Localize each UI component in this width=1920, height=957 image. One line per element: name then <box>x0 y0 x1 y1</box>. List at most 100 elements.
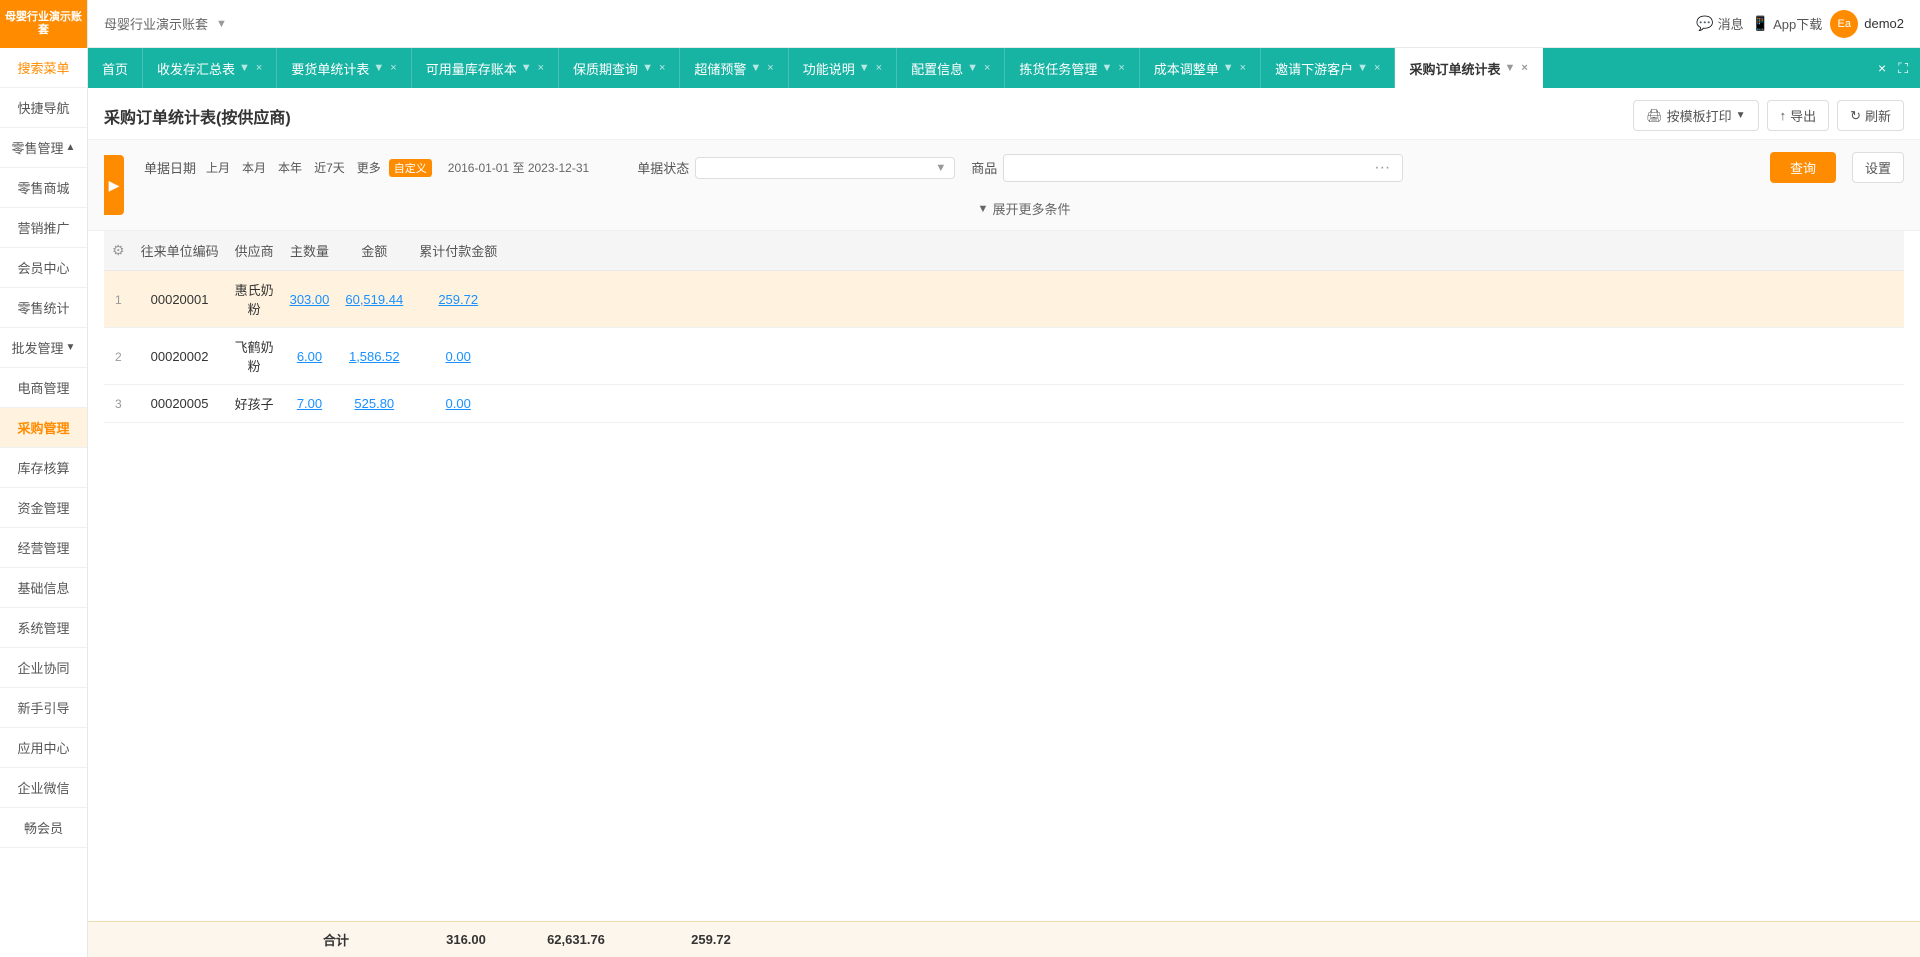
tab-over-stock[interactable]: 超储预警 ▼ × <box>680 48 788 88</box>
refresh-icon: ↻ <box>1850 108 1861 124</box>
tab-available-stock[interactable]: 可用量库存账本 ▼ × <box>412 48 559 88</box>
tab-shelf-life[interactable]: 保质期查询 ▼ × <box>559 48 680 88</box>
table-row[interactable]: 3 00020005 好孩子 7.00 525.80 0.00 <box>104 385 1904 423</box>
sidebar-item-label: 零售管理 ▲ <box>12 138 76 157</box>
cell-amount[interactable]: 1,586.52 <box>337 328 411 385</box>
th-code: 往来单位编码 <box>133 231 227 271</box>
sidebar-item-appstore[interactable]: 应用中心 <box>0 728 87 768</box>
user-profile-button[interactable]: Ea demo2 <box>1830 10 1904 38</box>
sidebar-item-label: 经营管理 <box>17 538 69 557</box>
chevron-down-icon[interactable]: ▼ <box>216 18 227 30</box>
export-button[interactable]: ↑ 导出 <box>1767 100 1830 131</box>
sidebar-item-retail-shop[interactable]: 零售商城 <box>0 168 87 208</box>
cell-supplier: 好孩子 <box>227 385 282 423</box>
refresh-button[interactable]: ↻ 刷新 <box>1837 100 1904 131</box>
tab-purchase-stats[interactable]: 采购订单统计表 ▼ × <box>1395 48 1542 88</box>
tab-invite-customer[interactable]: 邀请下游客户 ▼ × <box>1261 48 1395 88</box>
query-button[interactable]: 查询 <box>1770 152 1836 183</box>
sidebar-item-basic[interactable]: 基础信息 <box>0 568 87 608</box>
sidebar-item-inventory[interactable]: 库存核算 <box>0 448 87 488</box>
date-range-display[interactable]: 2016-01-01 至 2023-12-31 <box>448 159 589 176</box>
sidebar-item-label: 系统管理 <box>17 618 69 637</box>
sidebar-item-wholesale[interactable]: 批发管理 ▼ <box>0 328 87 368</box>
tab-close-icon[interactable]: × <box>538 62 544 74</box>
sidebar-item-retail-stats[interactable]: 零售统计 <box>0 288 87 328</box>
sidebar-item-retail[interactable]: 零售管理 ▲ <box>0 128 87 168</box>
tab-close-icon[interactable]: × <box>256 62 262 74</box>
tab-arrow-icon: ▼ <box>1101 62 1112 74</box>
template-print-button[interactable]: 🖨 按模板打印 ▼ <box>1633 100 1758 131</box>
shortcut-more[interactable]: 更多 <box>353 157 385 178</box>
status-select[interactable]: ▼ <box>695 157 955 179</box>
goods-filter-label: 商品 <box>971 158 997 177</box>
message-button[interactable]: 💬 消息 <box>1696 14 1743 33</box>
filter-toggle-button[interactable]: ▶ <box>104 155 124 215</box>
export-icon: ↑ <box>1780 108 1787 123</box>
sidebar-logo: 母婴行业演示账套 <box>0 0 87 48</box>
sidebar-item-operation[interactable]: 经营管理 <box>0 528 87 568</box>
sidebar-item-quick-nav[interactable]: 快捷导航 <box>0 88 87 128</box>
sidebar-item-marketing[interactable]: 营销推广 <box>0 208 87 248</box>
sidebar-item-system[interactable]: 系统管理 <box>0 608 87 648</box>
shortcut-this-month[interactable]: 本月 <box>238 157 270 178</box>
sidebar-item-vip[interactable]: 畅会员 <box>0 808 87 848</box>
sidebar-item-finance[interactable]: 资金管理 <box>0 488 87 528</box>
tab-arrow-icon: ▼ <box>859 62 870 74</box>
expand-more-button[interactable]: ▼ 展开更多条件 <box>144 199 1904 218</box>
tab-close-icon[interactable]: × <box>659 62 665 74</box>
filter-row-1: 单据日期 上月 本月 本年 近7天 更多 自定义 <box>144 152 1904 183</box>
tab-close-icon[interactable]: × <box>767 62 773 74</box>
cell-checkbox: 2 <box>104 328 133 385</box>
cell-paid[interactable]: 259.72 <box>411 271 505 328</box>
date-shortcuts: 上月 本月 本年 近7天 更多 自定义 <box>202 157 432 178</box>
tab-arrow-icon: ▼ <box>967 62 978 74</box>
sidebar-item-purchase[interactable]: 采购管理 <box>0 408 87 448</box>
cell-amount[interactable]: 525.80 <box>337 385 411 423</box>
tab-collect-send[interactable]: 收发存汇总表 ▼ × <box>143 48 277 88</box>
table-row[interactable]: 2 00020002 飞鹤奶粉 6.00 1,586.52 0.00 <box>104 328 1904 385</box>
table-row[interactable]: 1 00020001 惠氏奶粉 303.00 60,519.44 259.72 <box>104 271 1904 328</box>
sidebar-item-newguide[interactable]: 新手引导 <box>0 688 87 728</box>
tab-close-icon[interactable]: × <box>1240 62 1246 74</box>
sidebar-item-enterprise[interactable]: 企业协同 <box>0 648 87 688</box>
shortcut-7days[interactable]: 近7天 <box>310 157 349 178</box>
settings-button[interactable]: 设置 <box>1852 152 1904 183</box>
tab-close-icon[interactable]: × <box>1374 62 1380 74</box>
cell-quantity[interactable]: 7.00 <box>282 385 338 423</box>
close-all-tabs-button[interactable]: × <box>1874 58 1890 78</box>
cell-paid[interactable]: 0.00 <box>411 385 505 423</box>
footer-paid-value: 259.72 <box>691 932 731 947</box>
sidebar-item-member[interactable]: 会员中心 <box>0 248 87 288</box>
gear-icon[interactable]: ⚙ <box>112 242 125 258</box>
sidebar-item-ecommerce[interactable]: 电商管理 <box>0 368 87 408</box>
tab-function-desc[interactable]: 功能说明 ▼ × <box>789 48 897 88</box>
tab-pick-task[interactable]: 拣货任务管理 ▼ × <box>1005 48 1139 88</box>
tab-close-icon[interactable]: × <box>1521 62 1527 74</box>
cell-paid[interactable]: 0.00 <box>411 328 505 385</box>
footer-summary-row: 合计 316.00 62,631.76 259.72 <box>104 930 1904 949</box>
sidebar-item-wechat[interactable]: 企业微信 <box>0 768 87 808</box>
tab-config-info[interactable]: 配置信息 ▼ × <box>897 48 1005 88</box>
cell-quantity[interactable]: 6.00 <box>282 328 338 385</box>
sidebar-item-search[interactable]: 搜索菜单 <box>0 48 87 88</box>
tab-close-icon[interactable]: × <box>984 62 990 74</box>
goods-more-icon[interactable]: ··· <box>1370 159 1394 177</box>
chevron-up-icon: ▲ <box>66 142 76 153</box>
shortcut-last-month[interactable]: 上月 <box>202 157 234 178</box>
goods-select[interactable]: ··· <box>1003 154 1403 182</box>
tab-demand-stats[interactable]: 要货单统计表 ▼ × <box>277 48 411 88</box>
cell-amount[interactable]: 60,519.44 <box>337 271 411 328</box>
cell-quantity[interactable]: 303.00 <box>282 271 338 328</box>
main-area: 母婴行业演示账套 ▼ 💬 消息 📱 App下载 Ea demo2 首页 收发存汇… <box>88 0 1920 957</box>
shortcut-this-year[interactable]: 本年 <box>274 157 306 178</box>
tab-close-icon[interactable]: × <box>390 62 396 74</box>
tab-cost-adjust[interactable]: 成本调整单 ▼ × <box>1140 48 1261 88</box>
tab-close-icon[interactable]: × <box>876 62 882 74</box>
app-download-button[interactable]: 📱 App下载 <box>1752 14 1823 33</box>
th-extra <box>505 231 1904 271</box>
tab-close-icon[interactable]: × <box>1118 62 1124 74</box>
th-settings[interactable]: ⚙ <box>104 231 133 271</box>
tab-home[interactable]: 首页 <box>88 48 143 88</box>
maximize-button[interactable]: ⛶ <box>1894 58 1912 79</box>
sidebar-item-label: 企业协同 <box>17 658 69 677</box>
